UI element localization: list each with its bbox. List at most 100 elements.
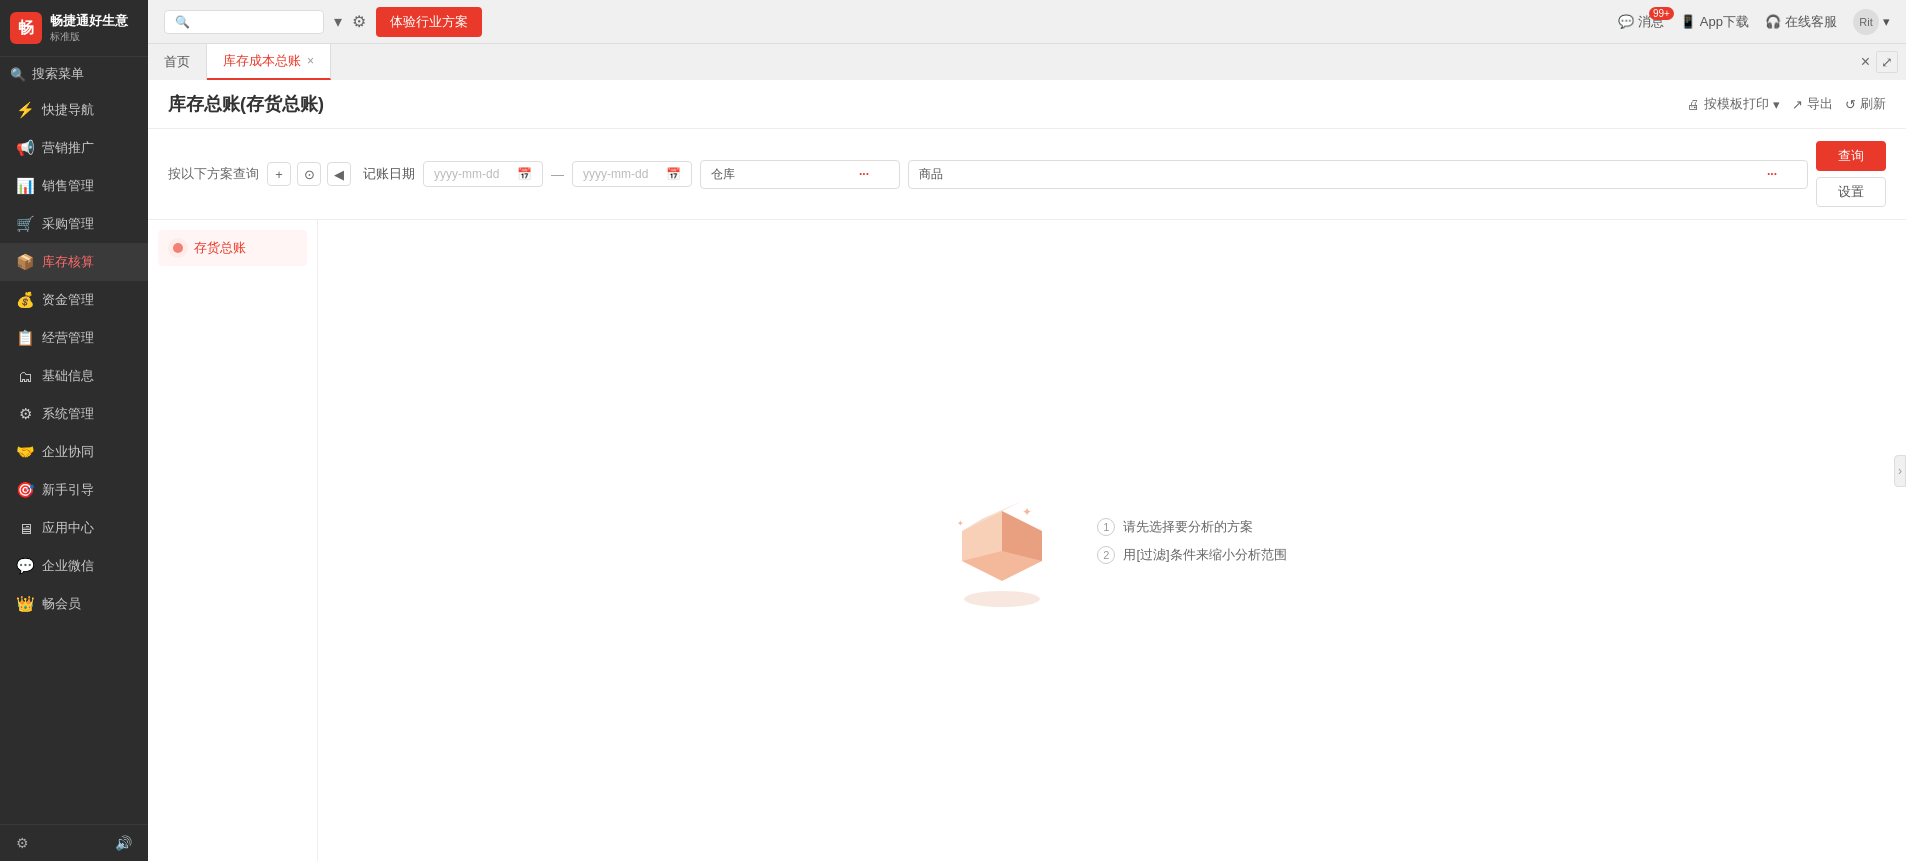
topbar-gear-icon[interactable]: ⚙ bbox=[352, 12, 366, 31]
marketing-icon: 📢 bbox=[16, 139, 34, 157]
system-icon: ⚙ bbox=[16, 405, 34, 423]
sidebar-footer: ⚙ 🔊 bbox=[0, 824, 148, 861]
app-download-label: App下载 bbox=[1700, 13, 1749, 31]
online-service-button[interactable]: 🎧 在线客服 bbox=[1765, 13, 1837, 31]
operations-icon: 📋 bbox=[16, 329, 34, 347]
add-scheme-button[interactable]: + bbox=[267, 162, 291, 186]
message-icon: 💬 bbox=[1618, 14, 1634, 29]
sidebar-item-sales[interactable]: 📊 销售管理 bbox=[0, 167, 148, 205]
date-filter-label: 记账日期 bbox=[363, 165, 415, 183]
sidebar-item-label: 基础信息 bbox=[42, 367, 94, 385]
tip-num-2: 2 bbox=[1097, 546, 1115, 564]
app-name: 畅捷通好生意 bbox=[50, 13, 128, 30]
tab-label: 首页 bbox=[164, 53, 190, 71]
manage-scheme-button[interactable]: ⊙ bbox=[297, 162, 321, 186]
scheme-dot-icon bbox=[168, 238, 188, 258]
sidebar-logo: 畅 畅捷通好生意 标准版 bbox=[0, 0, 148, 57]
settings-button[interactable]: ⚙ bbox=[16, 835, 29, 851]
sidebar-item-basic[interactable]: 🗂 基础信息 bbox=[0, 357, 148, 395]
user-account[interactable]: Rit ▾ bbox=[1853, 9, 1890, 35]
tab-home[interactable]: 首页 bbox=[148, 44, 207, 80]
filter-actions: + ⊙ ◀ bbox=[267, 162, 351, 186]
search-menu-label: 搜索菜单 bbox=[32, 65, 84, 83]
sidebar-item-operations[interactable]: 📋 经营管理 bbox=[0, 319, 148, 357]
sidebar: 畅 畅捷通好生意 标准版 🔍 搜索菜单 ⚡ 快捷导航 📢 营销推广 📊 销售管理… bbox=[0, 0, 148, 861]
sidebar-item-label: 新手引导 bbox=[42, 481, 94, 499]
goods-select[interactable]: 商品 ··· bbox=[908, 160, 1808, 189]
sidebar-item-inventory[interactable]: 📦 库存核算 bbox=[0, 243, 148, 281]
scheme-item-label: 存货总账 bbox=[194, 239, 246, 257]
app-download-button[interactable]: 📱 App下载 bbox=[1680, 13, 1749, 31]
refresh-icon: ↺ bbox=[1845, 97, 1856, 112]
sidebar-search-menu[interactable]: 🔍 搜索菜单 bbox=[0, 57, 148, 91]
corp-icon: 🤝 bbox=[16, 443, 34, 461]
goods-more-icon: ··· bbox=[1767, 167, 1777, 181]
svg-text:✦: ✦ bbox=[1022, 505, 1032, 519]
phone-icon: 📱 bbox=[1680, 14, 1696, 29]
tab-inventory-ledger[interactable]: 库存成本总账 × bbox=[207, 44, 331, 80]
date-start-input[interactable]: yyyy-mm-dd 📅 bbox=[423, 161, 543, 187]
sound-button[interactable]: 🔊 bbox=[115, 835, 132, 851]
refresh-button[interactable]: ↺ 刷新 bbox=[1845, 95, 1886, 113]
working-area: 存货总账 bbox=[148, 220, 1906, 861]
page-area: 库存总账(存货总账) 🖨 按模板打印 ▾ ↗ 导出 ↺ 刷新 bbox=[148, 80, 1906, 861]
export-icon: ↗ bbox=[1792, 97, 1803, 112]
guide-icon: 🎯 bbox=[16, 481, 34, 499]
user-name: Rit bbox=[1859, 16, 1872, 28]
sidebar-item-guide[interactable]: 🎯 新手引导 bbox=[0, 471, 148, 509]
print-button[interactable]: 🖨 按模板打印 ▾ bbox=[1687, 95, 1780, 113]
sidebar-item-vip[interactable]: 👑 畅会员 bbox=[0, 585, 148, 623]
tab-close-icon[interactable]: × bbox=[307, 54, 314, 68]
sidebar-item-marketing[interactable]: 📢 营销推广 bbox=[0, 129, 148, 167]
tab-close-button[interactable]: × bbox=[1861, 53, 1870, 71]
scheme-item-inventory[interactable]: 存货总账 bbox=[158, 230, 307, 266]
message-button[interactable]: 💬 消息 99+ bbox=[1618, 13, 1664, 31]
sidebar-item-wechat[interactable]: 💬 企业微信 bbox=[0, 547, 148, 585]
export-button[interactable]: ↗ 导出 bbox=[1792, 95, 1833, 113]
app-logo-text: 畅捷通好生意 标准版 bbox=[50, 13, 128, 43]
warehouse-more-icon: ··· bbox=[859, 167, 869, 181]
warehouse-select[interactable]: 仓库 ··· bbox=[700, 160, 900, 189]
filter-buttons: 查询 设置 bbox=[1816, 141, 1886, 207]
chevron-right-icon: › bbox=[1898, 464, 1902, 478]
sidebar-item-purchase[interactable]: 🛒 采购管理 bbox=[0, 205, 148, 243]
sidebar-item-system[interactable]: ⚙ 系统管理 bbox=[0, 395, 148, 433]
tip-item-2: 2 用[过滤]条件来缩小分析范围 bbox=[1097, 546, 1286, 564]
right-panel-toggle[interactable]: › bbox=[1894, 455, 1906, 487]
tab-expand-icon[interactable]: ⤢ bbox=[1876, 51, 1898, 73]
sidebar-item-label: 采购管理 bbox=[42, 215, 94, 233]
calendar-end-icon: 📅 bbox=[666, 167, 681, 181]
tip-text-1: 请先选择要分析的方案 bbox=[1123, 518, 1253, 536]
industry-solution-button[interactable]: 体验行业方案 bbox=[376, 7, 482, 37]
date-separator: — bbox=[551, 167, 564, 182]
finance-icon: 💰 bbox=[16, 291, 34, 309]
sidebar-item-finance[interactable]: 💰 资金管理 bbox=[0, 281, 148, 319]
sidebar-item-quick-nav[interactable]: ⚡ 快捷导航 bbox=[0, 91, 148, 129]
goods-label: 商品 bbox=[919, 166, 943, 183]
page-header: 库存总账(存货总账) 🖨 按模板打印 ▾ ↗ 导出 ↺ 刷新 bbox=[148, 80, 1906, 129]
settings-button[interactable]: 设置 bbox=[1816, 177, 1886, 207]
sidebar-item-label: 资金管理 bbox=[42, 291, 94, 309]
sidebar-item-label: 系统管理 bbox=[42, 405, 94, 423]
sidebar-item-appstore[interactable]: 🖥 应用中心 bbox=[0, 509, 148, 547]
topbar-search-icon: 🔍 bbox=[175, 15, 190, 29]
filter-label-row: 按以下方案查询 + ⊙ ◀ bbox=[168, 162, 351, 186]
svg-point-1 bbox=[964, 591, 1040, 607]
query-button[interactable]: 查询 bbox=[1816, 141, 1886, 171]
tip-item-1: 1 请先选择要分析的方案 bbox=[1097, 518, 1286, 536]
app-logo-icon: 畅 bbox=[10, 12, 42, 44]
filter-section: 按以下方案查询 + ⊙ ◀ 记账日期 yyyy-mm-dd 📅 — yyyy-m… bbox=[148, 129, 1906, 220]
sidebar-item-label: 快捷导航 bbox=[42, 101, 94, 119]
topbar-right: 💬 消息 99+ 📱 App下载 🎧 在线客服 Rit ▾ bbox=[1618, 9, 1890, 35]
date-start-placeholder: yyyy-mm-dd bbox=[434, 167, 499, 181]
message-badge: 99+ bbox=[1649, 7, 1674, 20]
collapse-filter-button[interactable]: ◀ bbox=[327, 162, 351, 186]
topbar-chevron-down-icon[interactable]: ▾ bbox=[334, 12, 342, 31]
topbar-left: 🔍 ▾ ⚙ 体验行业方案 bbox=[164, 7, 482, 37]
sidebar-item-corp[interactable]: 🤝 企业协同 bbox=[0, 433, 148, 471]
topbar-search-box[interactable]: 🔍 bbox=[164, 10, 324, 34]
chevron-down-icon: ▾ bbox=[1883, 14, 1890, 29]
date-end-placeholder: yyyy-mm-dd bbox=[583, 167, 648, 181]
date-end-input[interactable]: yyyy-mm-dd 📅 bbox=[572, 161, 692, 187]
filter-label: 按以下方案查询 bbox=[168, 165, 259, 183]
